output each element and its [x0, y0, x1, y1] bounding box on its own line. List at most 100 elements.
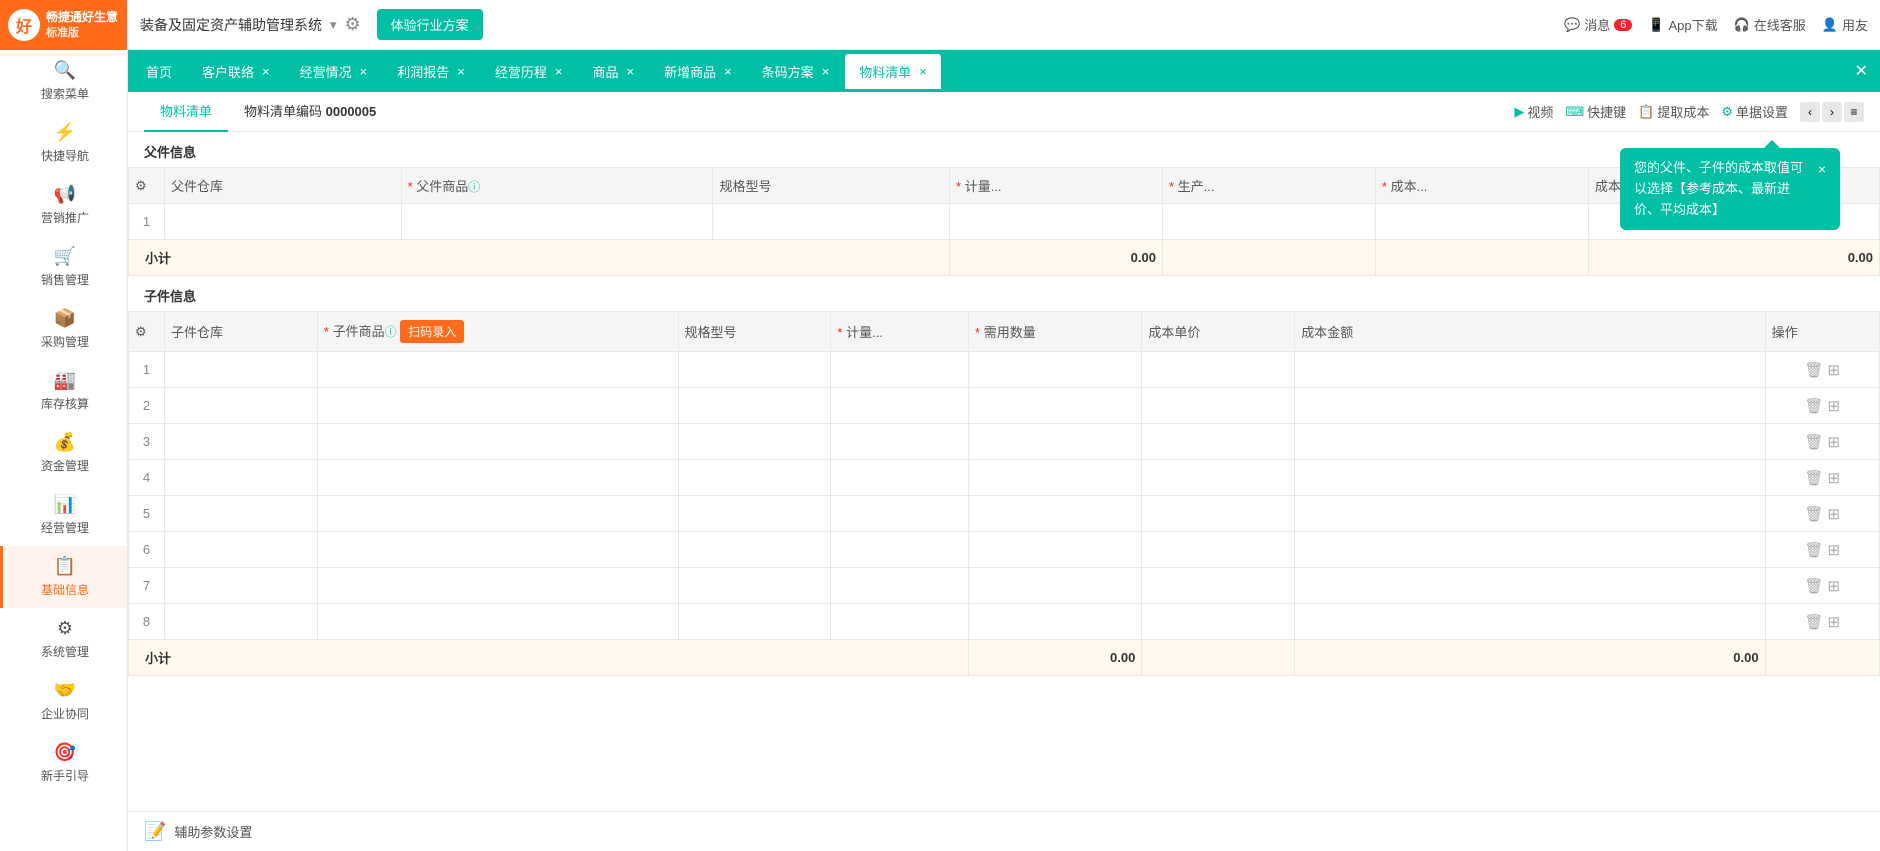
- copy-icon-7[interactable]: ⊞: [1828, 577, 1841, 595]
- sidebar-item-9[interactable]: ⚙ 系统管理: [0, 608, 127, 670]
- child-cell-unitprice-5[interactable]: [1142, 496, 1295, 532]
- nav-tab-close-5[interactable]: ×: [626, 64, 634, 79]
- child-cell-product-4[interactable]: [317, 460, 678, 496]
- child-cell-warehouse-8[interactable]: [165, 604, 318, 640]
- video-button[interactable]: ▶ 视频: [1514, 102, 1553, 121]
- shortcut-button[interactable]: ⌨ 快捷键: [1565, 102, 1626, 121]
- copy-icon-3[interactable]: ⊞: [1828, 433, 1841, 451]
- copy-icon-8[interactable]: ⊞: [1828, 613, 1841, 631]
- bottom-label[interactable]: 辅助参数设置: [174, 822, 252, 841]
- tooltip-close-button[interactable]: ×: [1818, 158, 1826, 180]
- sidebar-item-10[interactable]: 🤝 企业协同: [0, 670, 127, 732]
- nav-tab-2[interactable]: 经营情况×: [286, 54, 382, 89]
- nav-tab-0[interactable]: 首页: [132, 54, 186, 89]
- nav-tab-close-6[interactable]: ×: [724, 64, 732, 79]
- child-cell-unit-7[interactable]: [831, 568, 969, 604]
- child-cell-quantity-3[interactable]: [969, 424, 1142, 460]
- nav-tab-7[interactable]: 条码方案×: [748, 54, 844, 89]
- parent-cell-warehouse[interactable]: [165, 204, 402, 240]
- nav-tab-5[interactable]: 商品×: [578, 54, 648, 89]
- document-settings-button[interactable]: ⚙ 单据设置: [1721, 102, 1788, 121]
- child-cell-product-5[interactable]: [317, 496, 678, 532]
- nav-tab-close-7[interactable]: ×: [822, 64, 830, 79]
- menu-button[interactable]: ≡: [1844, 102, 1864, 122]
- child-cell-spec-4[interactable]: [678, 460, 831, 496]
- child-cell-unit-6[interactable]: [831, 532, 969, 568]
- online-service-button[interactable]: 🎧 在线客服: [1734, 15, 1806, 34]
- child-cell-warehouse-1[interactable]: [165, 352, 318, 388]
- child-cell-product-6[interactable]: [317, 532, 678, 568]
- child-col-settings[interactable]: ⚙: [129, 312, 165, 352]
- delete-icon-1[interactable]: 🗑: [1804, 361, 1823, 379]
- nav-tab-1[interactable]: 客户联络×: [188, 54, 284, 89]
- child-cell-spec-6[interactable]: [678, 532, 831, 568]
- delete-icon-6[interactable]: 🗑: [1804, 541, 1823, 559]
- child-cell-product-7[interactable]: [317, 568, 678, 604]
- child-cell-unit-1[interactable]: [831, 352, 969, 388]
- child-cell-product-3[interactable]: [317, 424, 678, 460]
- nav-tab-6[interactable]: 新增商品×: [650, 54, 746, 89]
- child-cell-quantity-7[interactable]: [969, 568, 1142, 604]
- child-cell-quantity-5[interactable]: [969, 496, 1142, 532]
- parent-cell-unit[interactable]: [950, 204, 1163, 240]
- child-cell-unit-4[interactable]: [831, 460, 969, 496]
- child-cell-unit-2[interactable]: [831, 388, 969, 424]
- child-cell-unitprice-4[interactable]: [1142, 460, 1295, 496]
- child-cell-unit-5[interactable]: [831, 496, 969, 532]
- child-cell-unitprice-8[interactable]: [1142, 604, 1295, 640]
- nav-tab-3[interactable]: 利润报告×: [383, 54, 479, 89]
- trial-button[interactable]: 体验行业方案: [377, 9, 483, 40]
- child-cell-warehouse-7[interactable]: [165, 568, 318, 604]
- sidebar-item-3[interactable]: 🛒 销售管理: [0, 236, 127, 298]
- sidebar-item-4[interactable]: 📦 采购管理: [0, 298, 127, 360]
- child-cell-product-8[interactable]: [317, 604, 678, 640]
- parent-cell-cost[interactable]: [1375, 204, 1588, 240]
- child-cell-product-1[interactable]: [317, 352, 678, 388]
- child-cell-warehouse-4[interactable]: [165, 460, 318, 496]
- child-cell-amount-3[interactable]: [1295, 424, 1765, 460]
- message-button[interactable]: 💬 消息 6: [1564, 15, 1632, 34]
- sidebar-item-6[interactable]: 💰 资金管理: [0, 422, 127, 484]
- child-cell-quantity-4[interactable]: [969, 460, 1142, 496]
- child-cell-amount-1[interactable]: [1295, 352, 1765, 388]
- user-menu[interactable]: 👤 用友: [1822, 15, 1868, 34]
- delete-icon-5[interactable]: 🗑: [1804, 505, 1823, 523]
- child-cell-spec-3[interactable]: [678, 424, 831, 460]
- child-cell-unitprice-7[interactable]: [1142, 568, 1295, 604]
- parent-col-settings[interactable]: ⚙: [129, 168, 165, 204]
- child-cell-warehouse-2[interactable]: [165, 388, 318, 424]
- nav-tab-close-8[interactable]: ×: [919, 64, 927, 79]
- sub-tab-list[interactable]: 物料清单: [144, 92, 228, 132]
- child-cell-unitprice-6[interactable]: [1142, 532, 1295, 568]
- child-cell-spec-2[interactable]: [678, 388, 831, 424]
- copy-icon-2[interactable]: ⊞: [1828, 397, 1841, 415]
- sidebar-item-11[interactable]: 🎯 新手引导: [0, 732, 127, 794]
- delete-icon-4[interactable]: 🗑: [1804, 469, 1823, 487]
- nav-tab-close-3[interactable]: ×: [457, 64, 465, 79]
- settings-icon[interactable]: ⚙: [345, 14, 361, 35]
- next-button[interactable]: ›: [1822, 102, 1842, 122]
- child-cell-amount-7[interactable]: [1295, 568, 1765, 604]
- child-cell-quantity-2[interactable]: [969, 388, 1142, 424]
- sidebar-item-7[interactable]: 📊 经营管理: [0, 484, 127, 546]
- prev-button[interactable]: ‹: [1800, 102, 1820, 122]
- scan-input-button[interactable]: 扫码录入: [400, 320, 464, 343]
- sidebar-item-0[interactable]: 🔍 搜索菜单: [0, 50, 127, 112]
- copy-icon-1[interactable]: ⊞: [1828, 361, 1841, 379]
- child-cell-amount-4[interactable]: [1295, 460, 1765, 496]
- child-cell-unit-3[interactable]: [831, 424, 969, 460]
- app-download-button[interactable]: 📱 App下载: [1648, 15, 1717, 34]
- nav-tab-close-4[interactable]: ×: [555, 64, 563, 79]
- child-cell-quantity-8[interactable]: [969, 604, 1142, 640]
- extract-cost-button[interactable]: 📋 提取成本: [1638, 102, 1709, 121]
- parent-cell-production[interactable]: [1162, 204, 1375, 240]
- child-cell-spec-8[interactable]: [678, 604, 831, 640]
- sidebar-item-2[interactable]: 📢 营销推广: [0, 174, 127, 236]
- nav-tab-close-1[interactable]: ×: [262, 64, 270, 79]
- child-cell-amount-5[interactable]: [1295, 496, 1765, 532]
- child-cell-amount-2[interactable]: [1295, 388, 1765, 424]
- child-cell-spec-5[interactable]: [678, 496, 831, 532]
- sidebar-item-8[interactable]: 📋 基础信息: [0, 546, 127, 608]
- parent-cell-product[interactable]: [401, 204, 713, 240]
- delete-icon-2[interactable]: 🗑: [1804, 397, 1823, 415]
